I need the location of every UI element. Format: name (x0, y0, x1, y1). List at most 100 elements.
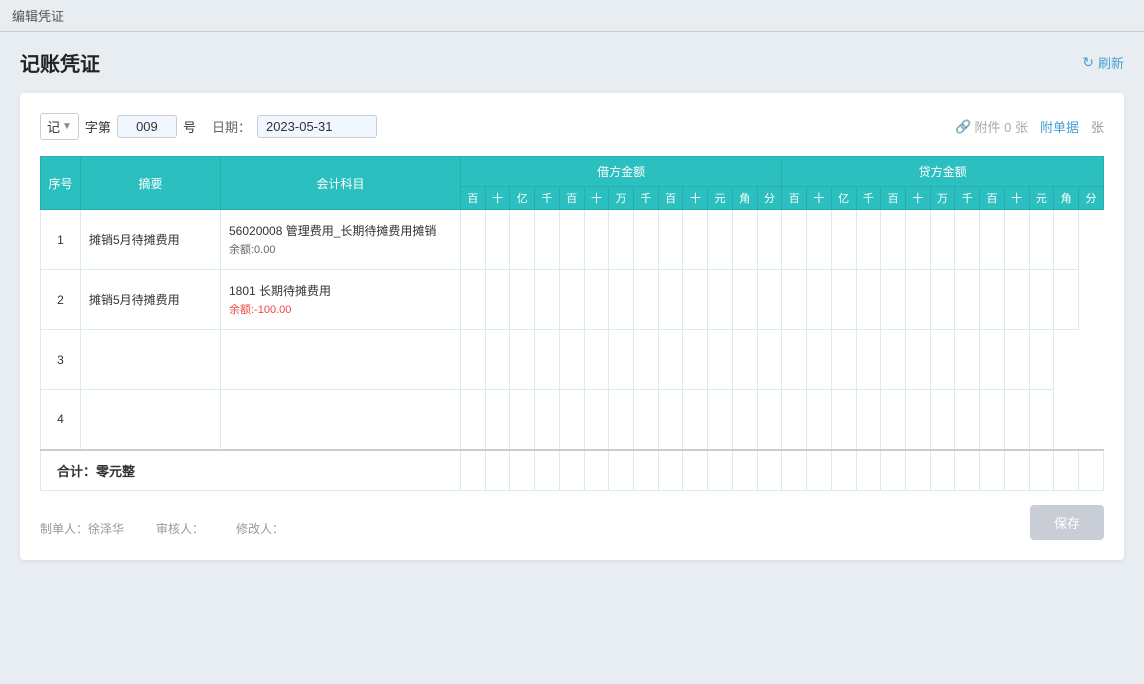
amount-cell[interactable] (609, 270, 634, 330)
fj-button[interactable]: 附单据 (1040, 117, 1079, 136)
amount-cell[interactable] (757, 330, 782, 390)
amount-cell[interactable] (955, 330, 980, 390)
amount-cell[interactable] (1054, 270, 1079, 330)
amount-cell[interactable] (683, 330, 708, 390)
amount-cell[interactable] (1054, 210, 1079, 270)
table-row[interactable]: 3 (41, 330, 1104, 390)
amount-cell[interactable] (510, 390, 535, 450)
amount-cell[interactable] (881, 330, 906, 390)
amount-cell[interactable] (1029, 270, 1054, 330)
amount-cell[interactable] (980, 390, 1005, 450)
account-cell[interactable]: 56020008 管理费用_长期待摊费用摊销 余额:0.00 (221, 210, 461, 270)
amount-cell[interactable] (905, 330, 930, 390)
amount-cell[interactable] (609, 390, 634, 450)
amount-cell[interactable] (782, 390, 807, 450)
amount-cell[interactable] (782, 270, 807, 330)
amount-cell[interactable] (905, 270, 930, 330)
amount-cell[interactable] (905, 390, 930, 450)
amount-cell[interactable] (535, 210, 560, 270)
amount-cell[interactable] (485, 390, 510, 450)
amount-cell[interactable] (658, 390, 683, 450)
amount-cell[interactable] (485, 270, 510, 330)
amount-cell[interactable] (856, 270, 881, 330)
date-input[interactable] (257, 115, 377, 138)
amount-cell[interactable] (634, 270, 659, 330)
amount-cell[interactable] (905, 210, 930, 270)
amount-cell[interactable] (1004, 270, 1029, 330)
amount-cell[interactable] (658, 210, 683, 270)
amount-cell[interactable] (584, 390, 609, 450)
amount-cell[interactable] (856, 390, 881, 450)
table-row[interactable]: 1 摊销5月待摊费用 56020008 管理费用_长期待摊费用摊销 余额:0.0… (41, 210, 1104, 270)
amount-cell[interactable] (881, 210, 906, 270)
amount-cell[interactable] (461, 390, 486, 450)
refresh-button[interactable]: ↻ 刷新 (1082, 53, 1124, 72)
amount-cell[interactable] (732, 210, 757, 270)
amount-cell[interactable] (881, 270, 906, 330)
amount-cell[interactable] (559, 390, 584, 450)
amount-cell[interactable] (955, 390, 980, 450)
amount-cell[interactable] (584, 270, 609, 330)
amount-cell[interactable] (683, 270, 708, 330)
table-row[interactable]: 2 摊销5月待摊费用 1801 长期待摊费用 余额:-100.00 (41, 270, 1104, 330)
amount-cell[interactable] (559, 270, 584, 330)
amount-cell[interactable] (930, 330, 955, 390)
amount-cell[interactable] (683, 390, 708, 450)
amount-cell[interactable] (930, 270, 955, 330)
amount-cell[interactable] (807, 270, 832, 330)
amount-cell[interactable] (732, 330, 757, 390)
amount-cell[interactable] (980, 330, 1005, 390)
amount-cell[interactable] (1029, 330, 1054, 390)
amount-cell[interactable] (535, 390, 560, 450)
amount-cell[interactable] (856, 210, 881, 270)
amount-cell[interactable] (980, 210, 1005, 270)
amount-cell[interactable] (881, 390, 906, 450)
amount-cell[interactable] (708, 330, 733, 390)
amount-cell[interactable] (708, 270, 733, 330)
amount-cell[interactable] (461, 270, 486, 330)
amount-cell[interactable] (559, 210, 584, 270)
amount-cell[interactable] (683, 210, 708, 270)
amount-cell[interactable] (461, 330, 486, 390)
amount-cell[interactable] (1029, 390, 1054, 450)
amount-cell[interactable] (461, 210, 486, 270)
amount-cell[interactable] (807, 210, 832, 270)
table-row[interactable]: 4 (41, 390, 1104, 450)
amount-cell[interactable] (658, 330, 683, 390)
amount-cell[interactable] (535, 270, 560, 330)
amount-cell[interactable] (732, 390, 757, 450)
amount-cell[interactable] (1004, 210, 1029, 270)
amount-cell[interactable] (757, 210, 782, 270)
amount-cell[interactable] (510, 210, 535, 270)
amount-cell[interactable] (584, 210, 609, 270)
amount-cell[interactable] (559, 330, 584, 390)
amount-cell[interactable] (1029, 210, 1054, 270)
amount-cell[interactable] (757, 390, 782, 450)
amount-cell[interactable] (485, 210, 510, 270)
amount-cell[interactable] (1004, 330, 1029, 390)
amount-cell[interactable] (930, 390, 955, 450)
amount-cell[interactable] (955, 210, 980, 270)
amount-cell[interactable] (955, 270, 980, 330)
amount-cell[interactable] (510, 330, 535, 390)
amount-cell[interactable] (1004, 390, 1029, 450)
amount-cell[interactable] (708, 210, 733, 270)
amount-cell[interactable] (609, 330, 634, 390)
summary-cell[interactable] (81, 330, 221, 390)
account-cell[interactable]: 1801 长期待摊费用 余额:-100.00 (221, 270, 461, 330)
amount-cell[interactable] (634, 210, 659, 270)
amount-cell[interactable] (535, 330, 560, 390)
summary-cell[interactable]: 摊销5月待摊费用 (81, 270, 221, 330)
amount-cell[interactable] (634, 390, 659, 450)
amount-cell[interactable] (634, 330, 659, 390)
account-cell[interactable] (221, 390, 461, 450)
amount-cell[interactable] (510, 270, 535, 330)
amount-cell[interactable] (831, 330, 856, 390)
amount-cell[interactable] (658, 270, 683, 330)
amount-cell[interactable] (807, 390, 832, 450)
amount-cell[interactable] (831, 210, 856, 270)
amount-cell[interactable] (732, 270, 757, 330)
summary-cell[interactable]: 摊销5月待摊费用 (81, 210, 221, 270)
amount-cell[interactable] (856, 330, 881, 390)
amount-cell[interactable] (584, 330, 609, 390)
